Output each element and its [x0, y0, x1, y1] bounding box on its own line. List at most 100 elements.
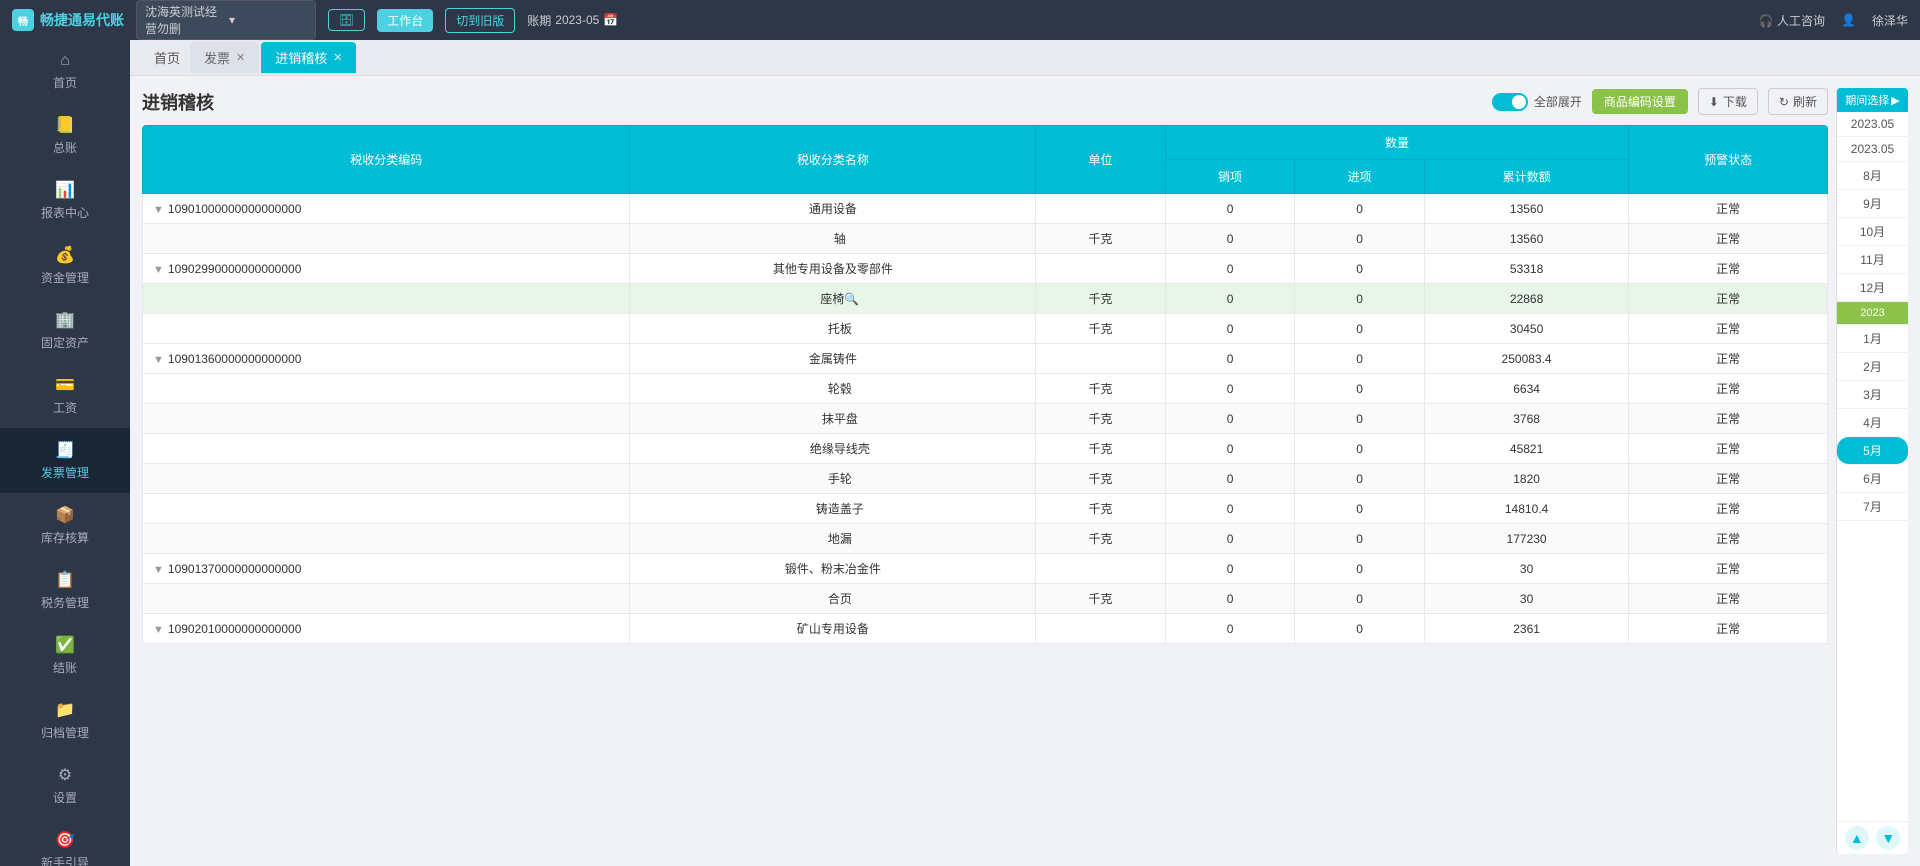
tab-reconcile-close[interactable]: ✕ — [333, 51, 342, 64]
period-item[interactable]: 8月 — [1837, 162, 1908, 190]
period-panel-header[interactable]: 期间选择 ▶ — [1837, 88, 1908, 112]
sidebar-item-settings[interactable]: ⚙ 设置 — [0, 753, 130, 818]
refresh-btn[interactable]: ↻ 刷新 — [1768, 88, 1828, 115]
company-dropdown-icon[interactable]: ▾ — [229, 13, 307, 27]
row-sales: 0 — [1165, 524, 1295, 554]
salary-icon: 💳 — [55, 375, 75, 395]
sidebar-item-ledger[interactable]: 📒 总账 — [0, 103, 130, 168]
row-unit — [1036, 614, 1166, 644]
row-status: 正常 — [1629, 194, 1828, 224]
table-row: ▼10901370000000000000 — [143, 554, 630, 584]
th-quantity: 数量 — [1165, 126, 1629, 160]
period-item[interactable]: 10月 — [1837, 218, 1908, 246]
th-purchase: 进项 — [1295, 160, 1425, 194]
support-link[interactable]: 🎧 人工咨询 — [1759, 12, 1825, 29]
period-item[interactable]: 1月 — [1837, 325, 1908, 353]
collapse-icon[interactable]: ▼ — [153, 354, 164, 366]
row-name: 其他专用设备及零部件 — [630, 254, 1036, 284]
th-unit: 单位 — [1036, 126, 1166, 194]
workspace-btn[interactable]: 工作台 — [377, 9, 433, 32]
period-item[interactable]: 3月 — [1837, 381, 1908, 409]
period-item[interactable]: 9月 — [1837, 190, 1908, 218]
row-purchase: 0 — [1295, 314, 1425, 344]
row-purchase: 0 — [1295, 614, 1425, 644]
switch-version-btn[interactable]: 切到旧版 — [445, 8, 515, 33]
period-item[interactable]: 2023.05 — [1837, 112, 1908, 137]
sidebar-item-report[interactable]: 📊 报表中心 — [0, 168, 130, 233]
period-display: 账期 2023-05 📅 — [527, 12, 618, 29]
row-total: 22868 — [1424, 284, 1629, 314]
period-item[interactable]: 2023 — [1837, 302, 1908, 325]
expand-toggle[interactable] — [1492, 93, 1528, 111]
row-status: 正常 — [1629, 284, 1828, 314]
period-item[interactable]: 4月 — [1837, 409, 1908, 437]
row-unit — [1036, 554, 1166, 584]
row-unit — [1036, 254, 1166, 284]
sidebar-item-home[interactable]: ⌂ 首页 — [0, 40, 130, 103]
sidebar-label-archive: 归档管理 — [41, 724, 89, 741]
home-icon: ⌂ — [60, 52, 70, 70]
row-sales: 0 — [1165, 254, 1295, 284]
collapse-icon[interactable]: ▼ — [153, 624, 164, 636]
row-name: 铸造盖子 — [630, 494, 1036, 524]
sidebar-item-settle[interactable]: ✅ 结账 — [0, 623, 130, 688]
search-icon[interactable]: 🔍 — [844, 292, 859, 306]
period-item[interactable]: 6月 — [1837, 465, 1908, 493]
row-sales: 0 — [1165, 554, 1295, 584]
row-purchase: 0 — [1295, 584, 1425, 614]
period-list: 2023.052023.058月9月10月11月12月20231月2月3月4月5… — [1837, 112, 1908, 821]
sidebar-item-capital[interactable]: 💰 资金管理 — [0, 233, 130, 298]
period-item[interactable]: 5月 — [1837, 437, 1908, 465]
period-item[interactable]: 11月 — [1837, 246, 1908, 274]
period-item[interactable]: 2023.05 — [1837, 137, 1908, 162]
row-status: 正常 — [1629, 224, 1828, 254]
sidebar-item-salary[interactable]: 💳 工资 — [0, 363, 130, 428]
sidebar-item-archive[interactable]: 📁 归档管理 — [0, 688, 130, 753]
row-status: 正常 — [1629, 464, 1828, 494]
settings-icon: ⚙ — [58, 765, 72, 785]
period-item[interactable]: 12月 — [1837, 274, 1908, 302]
table-row — [143, 284, 630, 314]
tab-invoice-close[interactable]: ✕ — [236, 51, 245, 64]
row-name: 矿山专用设备 — [630, 614, 1036, 644]
tab-home[interactable]: 首页 — [146, 42, 188, 73]
sidebar-label-salary: 工资 — [53, 399, 77, 416]
row-unit: 千克 — [1036, 224, 1166, 254]
page-header: 进销稽核 全部展开 商品编码设置 ⬇ 下载 ↻ 刷新 — [142, 88, 1828, 115]
invoice-icon: 🧾 — [55, 440, 75, 460]
sidebar-item-inventory[interactable]: 📦 库存核算 — [0, 493, 130, 558]
period-item[interactable]: 7月 — [1837, 493, 1908, 521]
row-sales: 0 — [1165, 614, 1295, 644]
collapse-icon[interactable]: ▼ — [153, 204, 164, 216]
sidebar-item-guide[interactable]: 🎯 新手引导 — [0, 818, 130, 866]
download-btn[interactable]: ⬇ 下载 — [1698, 88, 1758, 115]
row-total: 2361 — [1424, 614, 1629, 644]
period-down-btn[interactable]: ▼ — [1876, 826, 1900, 850]
period-up-btn[interactable]: ▲ — [1845, 826, 1869, 850]
row-status: 正常 — [1629, 344, 1828, 374]
collapse-icon[interactable]: ▼ — [153, 564, 164, 576]
row-purchase: 0 — [1295, 254, 1425, 284]
collapse-icon[interactable]: ▼ — [153, 264, 164, 276]
row-unit — [1036, 344, 1166, 374]
report-icon: 📊 — [55, 180, 75, 200]
period-nav: ▲ ▼ — [1837, 821, 1908, 854]
reconcile-table: 税收分类编码 税收分类名称 单位 数量 预警状态 销项 进项 累计数额 — [142, 125, 1828, 644]
row-total: 1820 — [1424, 464, 1629, 494]
archive-btn[interactable]: 🗄 — [328, 9, 365, 31]
download-label: 下载 — [1723, 93, 1747, 110]
product-code-setting-btn[interactable]: 商品编码设置 — [1592, 89, 1688, 114]
tab-invoice[interactable]: 发票 ✕ — [190, 42, 259, 73]
row-purchase: 0 — [1295, 554, 1425, 584]
sidebar-item-assets[interactable]: 🏢 固定资产 — [0, 298, 130, 363]
row-purchase: 0 — [1295, 434, 1425, 464]
tab-reconcile[interactable]: 进销稽核 ✕ — [261, 42, 356, 73]
sidebar-item-invoice[interactable]: 🧾 发票管理 — [0, 428, 130, 493]
calendar-icon[interactable]: 📅 — [603, 13, 618, 27]
period-item[interactable]: 2月 — [1837, 353, 1908, 381]
row-unit — [1036, 194, 1166, 224]
sidebar-item-tax[interactable]: 📋 税务管理 — [0, 558, 130, 623]
company-selector[interactable]: 沈海英测试经营勿删 ▾ — [136, 0, 316, 40]
th-status: 预警状态 — [1629, 126, 1828, 194]
ledger-icon: 📒 — [55, 115, 75, 135]
